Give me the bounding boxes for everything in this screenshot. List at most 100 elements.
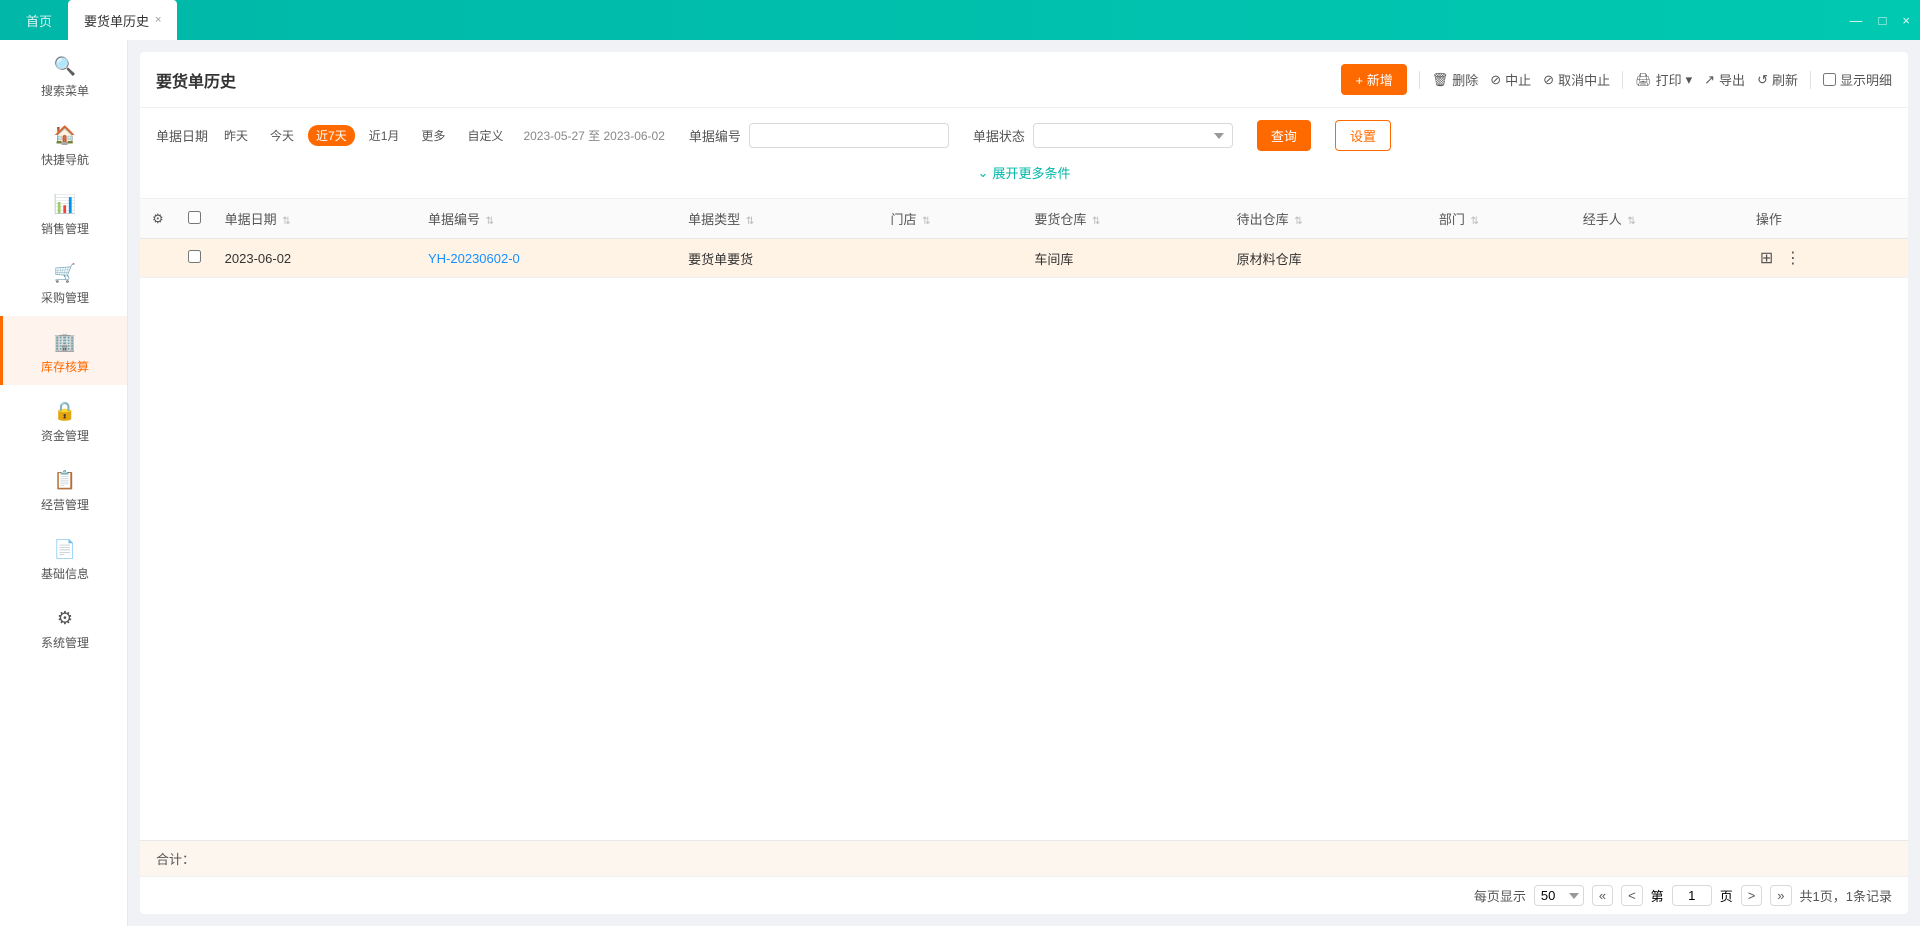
header-row: ⚙ 单据日期 ⇅ 单据编号 ⇅: [140, 199, 1908, 239]
row-req-warehouse: 车间库: [1022, 239, 1224, 278]
order-no-input[interactable]: [749, 123, 949, 148]
sort-store-icon: ⇅: [922, 216, 930, 227]
col-order-no-label: 单据编号: [428, 212, 480, 227]
col-settings[interactable]: ⚙: [140, 199, 176, 239]
table-footer: 合计：: [140, 840, 1908, 876]
sidebar-item-search-menu-label: 搜索菜单: [41, 82, 89, 99]
expand-more-button[interactable]: ⌄ 展开更多条件: [156, 159, 1892, 186]
status-select[interactable]: [1033, 123, 1233, 148]
operation-icon: 📋: [53, 468, 77, 492]
date-options: 昨天 今天 近7天 近1月 更多 自定义: [216, 125, 511, 146]
page-size-label: 每页显示: [1474, 886, 1526, 905]
select-all-checkbox[interactable]: [188, 211, 201, 224]
sort-req-warehouse-icon: ⇅: [1092, 216, 1100, 227]
date-option-more[interactable]: 更多: [413, 125, 453, 146]
new-button[interactable]: + 新增: [1341, 64, 1406, 95]
row-edit-icon[interactable]: ⊞: [1756, 248, 1777, 269]
sidebar-item-basic-info[interactable]: 📄 基础信息: [0, 523, 127, 592]
date-range-text: 2023-05-27 至 2023-06-02: [523, 127, 664, 144]
main-layout: 🔍 搜索菜单 🏠 快捷导航 📊 销售管理 🛒 采购管理 🏢 库存核算 🔒 资金管…: [0, 40, 1920, 926]
col-handler[interactable]: 经手人 ⇅: [1571, 199, 1744, 239]
export-icon: ↗: [1704, 72, 1715, 88]
pagination-bar: 每页显示 10 20 50 100 « < 第 页 > » 共1页，1条记录: [140, 876, 1908, 914]
prev-page-button[interactable]: <: [1621, 885, 1643, 906]
col-store[interactable]: 门店 ⇅: [878, 199, 1022, 239]
table-row[interactable]: 2023-06-02 YH-20230602-0 要货单要货 车间库 原材料仓库: [140, 239, 1908, 278]
sort-department-icon: ⇅: [1471, 216, 1479, 227]
date-option-yesterday[interactable]: 昨天: [216, 125, 256, 146]
cancel-stop-button[interactable]: ⊘ 取消中止: [1543, 70, 1610, 89]
window-maximize-icon[interactable]: □: [1879, 13, 1887, 28]
row-order-no-link[interactable]: YH-20230602-0: [428, 251, 520, 266]
sidebar-item-system-mgmt[interactable]: ⚙ 系统管理: [0, 592, 127, 661]
display-detail-checkbox[interactable]: 显示明细: [1823, 70, 1892, 89]
order-no-label: 单据编号: [689, 126, 741, 145]
status-label: 单据状态: [973, 126, 1025, 145]
sidebar-item-finance-mgmt[interactable]: 🔒 资金管理: [0, 385, 127, 454]
window-close-icon[interactable]: ×: [1902, 13, 1910, 28]
tab-requisition-history-label: 要货单历史: [84, 11, 149, 30]
sidebar-item-purchase-mgmt-label: 采购管理: [41, 289, 89, 306]
row-action: ⊞ ⋮: [1744, 239, 1908, 278]
expand-chevron-icon: ⌄: [978, 165, 989, 181]
sort-order-no-icon: ⇅: [486, 216, 494, 227]
sidebar-item-purchase-mgmt[interactable]: 🛒 采购管理: [0, 247, 127, 316]
last-page-button[interactable]: »: [1770, 885, 1791, 906]
sidebar-item-search-menu[interactable]: 🔍 搜索菜单: [0, 40, 127, 109]
sales-icon: 📊: [53, 192, 77, 216]
row-pending-warehouse: 原材料仓库: [1225, 239, 1427, 278]
page-suffix: 页: [1720, 886, 1733, 905]
next-page-button[interactable]: >: [1741, 885, 1763, 906]
divider-2: [1622, 71, 1623, 89]
display-detail-input[interactable]: [1823, 73, 1836, 86]
page-card: 要货单历史 + 新增 🗑 删除 ⊘ 中止 ⊘ 取消中止: [140, 52, 1908, 914]
row-date: 2023-06-02: [213, 239, 416, 278]
col-req-warehouse[interactable]: 要货仓库 ⇅: [1022, 199, 1224, 239]
export-button[interactable]: ↗ 导出: [1704, 70, 1745, 89]
date-option-1month[interactable]: 近1月: [361, 125, 408, 146]
sidebar-item-operation-mgmt[interactable]: 📋 经营管理: [0, 454, 127, 523]
row-checkbox[interactable]: [188, 250, 201, 263]
tab-close-icon[interactable]: ×: [155, 14, 161, 26]
first-page-button[interactable]: «: [1592, 885, 1613, 906]
query-button[interactable]: 查询: [1257, 120, 1311, 151]
sort-pending-warehouse-icon: ⇅: [1294, 216, 1302, 227]
window-minimize-icon[interactable]: —: [1850, 13, 1863, 28]
row-settings-col: [140, 239, 176, 278]
sidebar-item-sales-mgmt-label: 销售管理: [41, 220, 89, 237]
sidebar-item-sales-mgmt[interactable]: 📊 销售管理: [0, 178, 127, 247]
page-size-select[interactable]: 10 20 50 100: [1534, 885, 1584, 906]
col-date[interactable]: 单据日期 ⇅: [213, 199, 416, 239]
search-menu-icon: 🔍: [53, 54, 77, 78]
settings-button[interactable]: 设置: [1335, 120, 1391, 151]
date-option-7days[interactable]: 近7天: [308, 125, 355, 146]
col-order-no[interactable]: 单据编号 ⇅: [416, 199, 676, 239]
quick-nav-icon: 🏠: [53, 123, 77, 147]
col-department[interactable]: 部门 ⇅: [1427, 199, 1571, 239]
sort-handler-icon: ⇅: [1627, 216, 1635, 227]
col-checkbox: [176, 199, 213, 239]
stop-button[interactable]: ⊘ 中止: [1490, 70, 1531, 89]
col-store-label: 门店: [890, 212, 916, 227]
col-order-type[interactable]: 单据类型 ⇅: [676, 199, 878, 239]
stop-icon: ⊘: [1490, 72, 1501, 88]
date-option-custom[interactable]: 自定义: [459, 125, 511, 146]
print-button[interactable]: 🖨 打印 ▾: [1635, 70, 1692, 89]
page-total-info: 共1页，1条记录: [1800, 886, 1892, 905]
divider-3: [1810, 71, 1811, 89]
delete-button[interactable]: 🗑 删除: [1432, 70, 1479, 89]
col-pending-warehouse[interactable]: 待出仓库 ⇅: [1225, 199, 1427, 239]
col-req-warehouse-label: 要货仓库: [1034, 212, 1086, 227]
sidebar-item-quick-nav[interactable]: 🏠 快捷导航: [0, 109, 127, 178]
tab-requisition-history[interactable]: 要货单历史 ×: [68, 0, 177, 40]
table-area: ⚙ 单据日期 ⇅ 单据编号 ⇅: [140, 199, 1908, 840]
sidebar-item-inventory[interactable]: 🏢 库存核算: [0, 316, 127, 385]
row-more-icon[interactable]: ⋮: [1781, 248, 1805, 269]
page-number-input[interactable]: [1672, 885, 1712, 906]
date-option-today[interactable]: 今天: [262, 125, 302, 146]
export-label: 导出: [1719, 70, 1745, 89]
col-handler-label: 经手人: [1583, 212, 1622, 227]
refresh-button[interactable]: ↺ 刷新: [1757, 70, 1798, 89]
tab-home[interactable]: 首页: [10, 0, 68, 40]
filter-row-1: 单据日期 昨天 今天 近7天 近1月 更多 自定义 2023-05-27 至 2…: [156, 120, 1892, 151]
